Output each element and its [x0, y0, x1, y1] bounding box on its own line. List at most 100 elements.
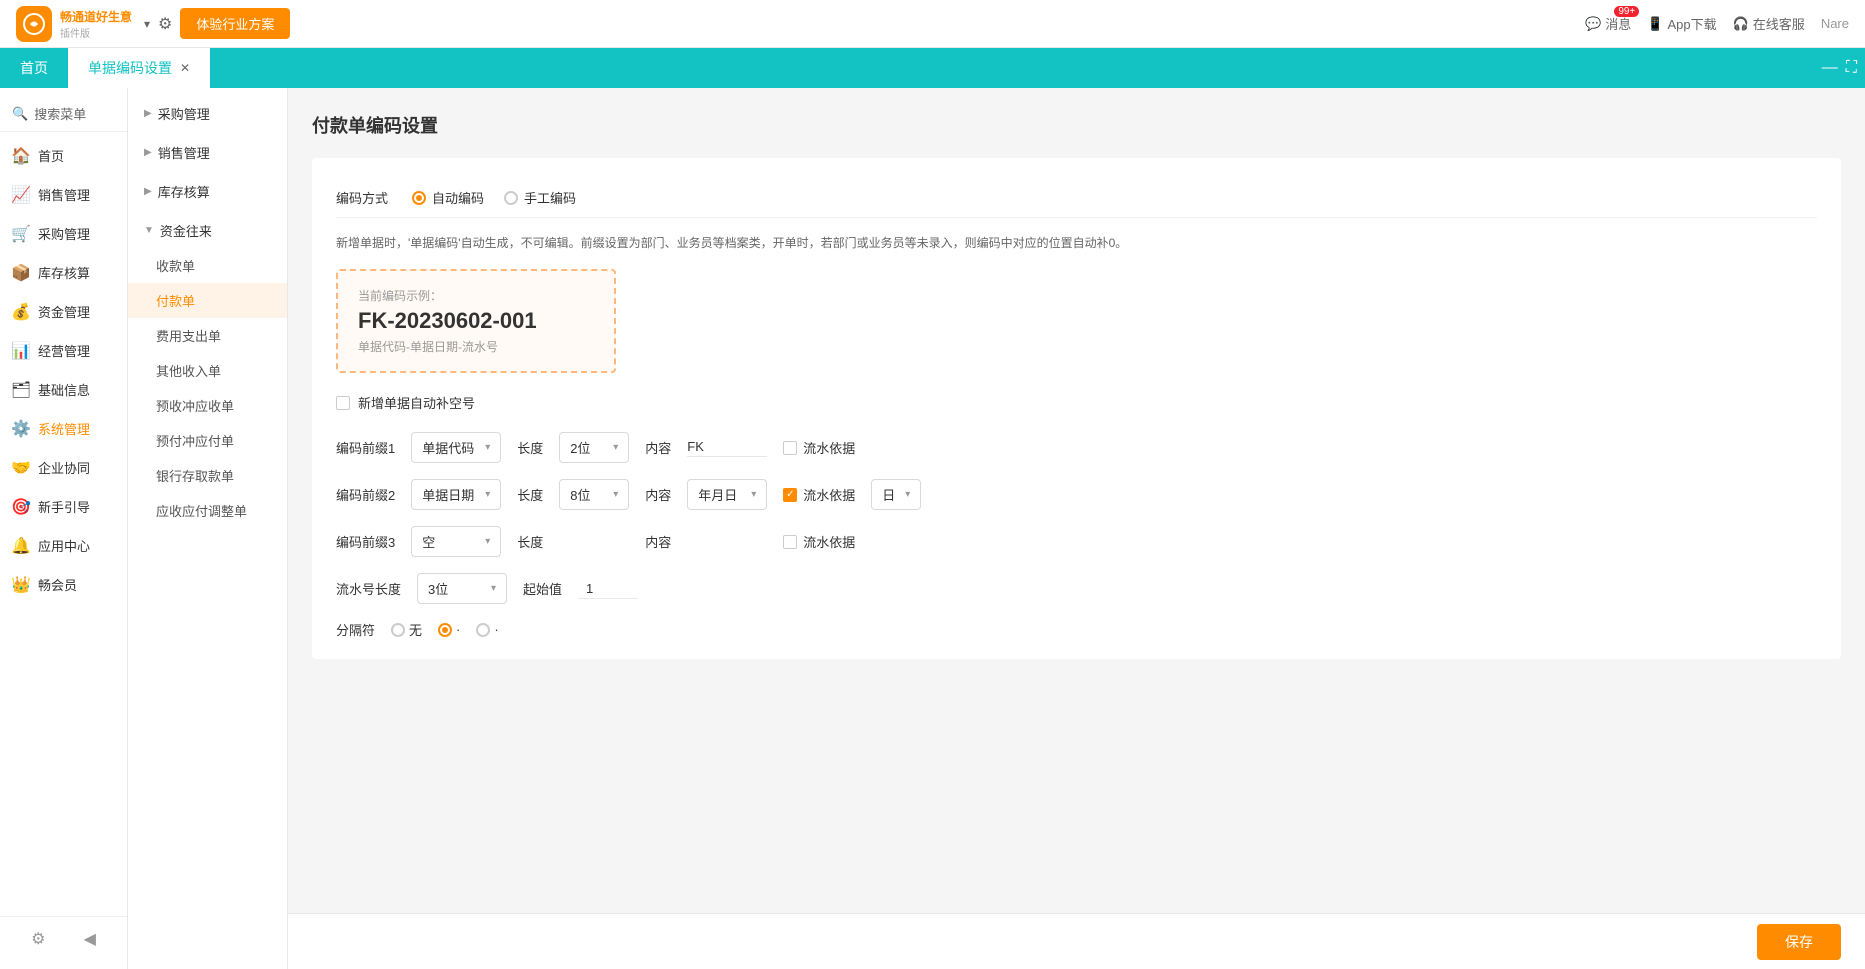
settings-card: 编码方式 自动编码 手工编码 新增单据时，'单据编码'自动生成，不可编辑。前缀设… — [312, 158, 1841, 659]
sidebar-item-guide[interactable]: 🎯 新手引导 — [0, 487, 127, 526]
member-icon: 👑 — [12, 576, 30, 594]
auto-fill-checkbox[interactable] — [336, 396, 350, 410]
group-sales: ▶ 销售管理 — [128, 135, 287, 170]
second-sidebar-item-prepay-recv[interactable]: 预收冲应收单 — [128, 388, 287, 423]
inventory-icon: 📦 — [12, 264, 30, 282]
sidebar-item-purchase[interactable]: 🛒 采购管理 — [0, 214, 127, 253]
sidebar-item-basics[interactable]: 🗂 基础信息 — [0, 370, 127, 409]
save-button[interactable]: 保存 — [1757, 924, 1841, 960]
encode-method-row: 编码方式 自动编码 手工编码 — [336, 178, 1817, 218]
arrow-down-icon: ▼ — [144, 225, 154, 236]
second-sidebar-item-payment[interactable]: 付款单 — [128, 283, 287, 318]
tab-minimize-icon[interactable]: — — [1822, 59, 1838, 77]
second-sidebar-item-income[interactable]: 其他收入单 — [128, 353, 287, 388]
serial-checkbox-1[interactable] — [783, 441, 797, 455]
group-finance-flow-header[interactable]: ▼ 资金往来 — [128, 213, 287, 248]
serial-checkbox-3[interactable] — [783, 535, 797, 549]
separator-label: 分隔符 — [336, 620, 375, 639]
serial-length-select[interactable]: 3位 ▾ — [417, 573, 507, 604]
info-text: 新增单据时，'单据编码'自动生成，不可编辑。前缀设置为部门、业务员等档案类，开单… — [336, 234, 1817, 253]
prefix1-select[interactable]: 单据代码 ▾ — [411, 432, 501, 463]
try-button[interactable]: 体验行业方案 — [180, 8, 290, 39]
app-download-item[interactable]: 📱 App下载 — [1647, 14, 1716, 33]
logo-area: 畅通道好生意 插件版 — [16, 6, 132, 42]
main-layout: 🔍 搜索菜单 🏠 首页 📈 销售管理 🛒 采购管理 📦 库存核算 💰 资金管理 … — [0, 88, 1865, 969]
chevron-down-icon3: ▾ — [485, 536, 490, 547]
sep-none-radio-circle — [391, 623, 405, 637]
arrow-right-icon2: ▶ — [144, 147, 152, 158]
tab-bar: 首页 单据编码设置 ✕ — ⛶ — [0, 48, 1865, 88]
length1-select[interactable]: 2位 ▾ — [559, 432, 629, 463]
home-icon: 🏠 — [12, 147, 30, 165]
serial-check-3: 流水依据 — [783, 532, 855, 551]
group-sales-header[interactable]: ▶ 销售管理 — [128, 135, 287, 170]
tab-close-icon[interactable]: ✕ — [180, 61, 190, 75]
sidebar-item-appcenter[interactable]: 🔔 应用中心 — [0, 526, 127, 565]
online-service-item[interactable]: 🎧 在线客服 — [1733, 14, 1805, 33]
separator-none-radio[interactable]: 无 — [391, 620, 422, 639]
message-item[interactable]: 💬 消息 99+ — [1585, 14, 1631, 33]
second-sidebar-item-receipt[interactable]: 收款单 — [128, 248, 287, 283]
encode-method-label: 编码方式 — [336, 188, 388, 207]
start-value-label: 起始值 — [523, 579, 562, 598]
chevron-down-icon2: ▾ — [485, 489, 490, 500]
settings-icon[interactable]: ⚙ — [158, 14, 172, 34]
length2-select[interactable]: 8位 ▾ — [559, 479, 629, 510]
sidebar-item-operations[interactable]: 📊 经营管理 — [0, 331, 127, 370]
serial2-select[interactable]: 日 ▾ — [871, 479, 921, 510]
operations-icon: 📊 — [12, 342, 30, 360]
sidebar-item-cooperation[interactable]: 🤝 企业协同 — [0, 448, 127, 487]
serial-checkbox-2[interactable]: ✓ — [783, 488, 797, 502]
page-title: 付款单编码设置 — [312, 112, 1841, 138]
bottom-settings-icon[interactable]: ⚙ — [31, 929, 45, 949]
tab-home[interactable]: 首页 — [0, 48, 68, 88]
sales-icon: 📈 — [12, 186, 30, 204]
sidebar-search[interactable]: 🔍 搜索菜单 — [0, 96, 127, 132]
second-sidebar-item-adjustment[interactable]: 应收应付调整单 — [128, 493, 287, 528]
left-sidebar: 🔍 搜索菜单 🏠 首页 📈 销售管理 🛒 采购管理 📦 库存核算 💰 资金管理 … — [0, 88, 128, 969]
appcenter-icon: 🔔 — [12, 537, 30, 555]
prefix2-select[interactable]: 单据日期 ▾ — [411, 479, 501, 510]
length-label-2: 长度 — [517, 485, 543, 504]
separator-dot2-radio[interactable]: · — [476, 622, 498, 637]
group-purchase-header[interactable]: ▶ 采购管理 — [128, 96, 287, 131]
chevron-down-icon-content2: ▾ — [751, 489, 756, 500]
sidebar-item-member[interactable]: 👑 畅会员 — [0, 565, 127, 604]
prefix3-select[interactable]: 空 ▾ — [411, 526, 501, 557]
content-label-1: 内容 — [645, 438, 671, 457]
second-sidebar-item-prepay-pay[interactable]: 预付冲应付单 — [128, 423, 287, 458]
field-label-2: 编码前缀2 — [336, 485, 395, 504]
encode-radio-group: 自动编码 手工编码 — [412, 188, 576, 207]
message-icon: 💬 — [1585, 16, 1601, 32]
code-example-label: 当前编码示例： — [358, 287, 594, 304]
start-value-field[interactable]: 1 — [578, 579, 638, 599]
sidebar-item-system[interactable]: ⚙️ 系统管理 — [0, 409, 127, 448]
sidebar-bottom: ⚙ ◀ — [0, 916, 127, 961]
sidebar-item-finance[interactable]: 💰 资金管理 — [0, 292, 127, 331]
auto-encode-radio[interactable]: 自动编码 — [412, 188, 484, 207]
tab-encode-settings[interactable]: 单据编码设置 ✕ — [68, 48, 210, 88]
serial-check-1: 流水依据 — [783, 438, 855, 457]
header-right: 💬 消息 99+ 📱 App下载 🎧 在线客服 Nare — [1585, 14, 1849, 33]
field-row-1: 编码前缀1 单据代码 ▾ 长度 2位 ▾ 内容 FK 流水依据 — [336, 432, 1817, 463]
separator-dot-radio[interactable]: · — [438, 622, 460, 637]
length-label-1: 长度 — [517, 438, 543, 457]
tab-expand-icon[interactable]: ⛶ — [1846, 59, 1857, 77]
content-area: 付款单编码设置 编码方式 自动编码 手工编码 — [288, 88, 1865, 913]
user-info[interactable]: Nare — [1821, 16, 1849, 31]
content2-select[interactable]: 年月日 ▾ — [687, 479, 767, 510]
bottom-collapse-icon[interactable]: ◀ — [84, 929, 96, 949]
manual-encode-radio[interactable]: 手工编码 — [504, 188, 576, 207]
top-header: 畅通道好生意 插件版 ▾ ⚙ 体验行业方案 💬 消息 99+ 📱 App下载 🎧… — [0, 0, 1865, 48]
separator-row: 分隔符 无 · · — [336, 620, 1817, 639]
purchase-icon: 🛒 — [12, 225, 30, 243]
dropdown-arrow-icon[interactable]: ▾ — [144, 17, 150, 31]
second-sidebar-item-bank[interactable]: 银行存取款单 — [128, 458, 287, 493]
content-label-3: 内容 — [645, 532, 671, 551]
manual-encode-radio-circle — [504, 191, 518, 205]
second-sidebar-item-expense[interactable]: 费用支出单 — [128, 318, 287, 353]
sidebar-item-home[interactable]: 🏠 首页 — [0, 136, 127, 175]
group-inventory-header[interactable]: ▶ 库存核算 — [128, 174, 287, 209]
sidebar-item-inventory[interactable]: 📦 库存核算 — [0, 253, 127, 292]
sidebar-item-sales[interactable]: 📈 销售管理 — [0, 175, 127, 214]
